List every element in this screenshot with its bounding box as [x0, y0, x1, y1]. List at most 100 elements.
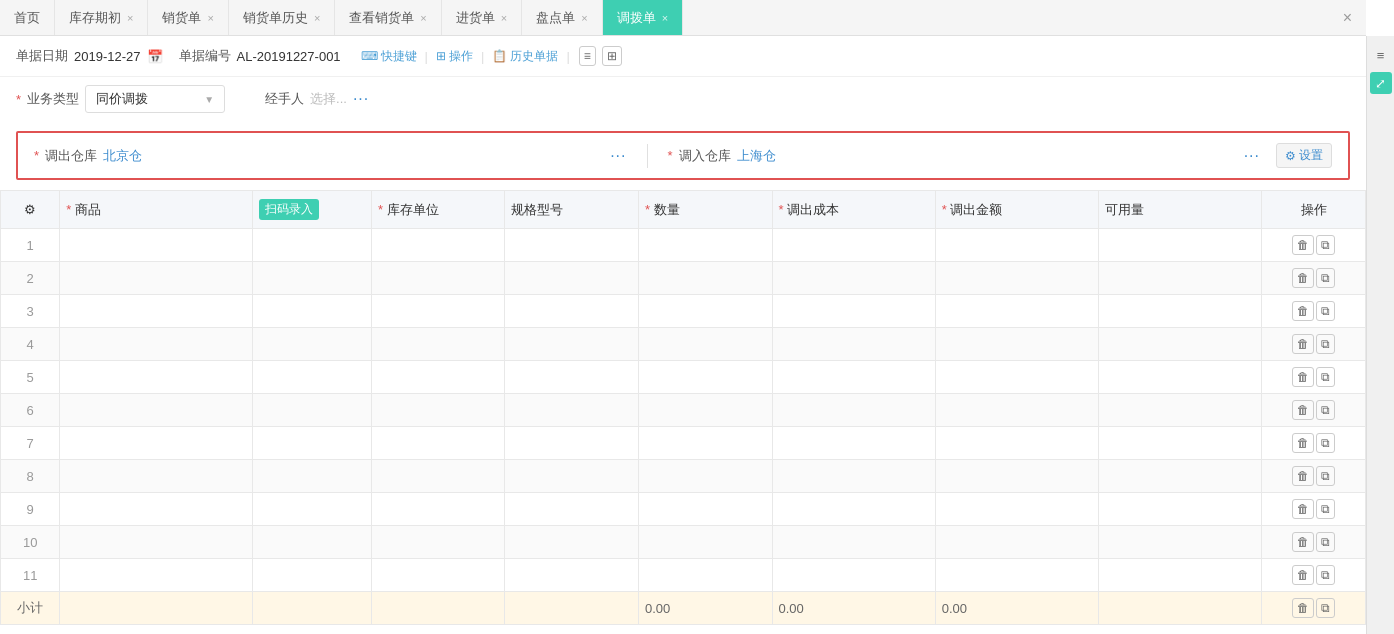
delete-btn-1[interactable]: 🗑 — [1292, 235, 1314, 255]
subtotal-copy-btn[interactable]: ⧉ — [1316, 598, 1335, 618]
transfer-in-more-btn[interactable]: ··· — [1244, 147, 1260, 165]
cell-unit-2[interactable] — [371, 262, 505, 295]
cell-cost-6[interactable] — [772, 394, 935, 427]
sidebar-list-icon[interactable]: ≡ — [1370, 44, 1392, 66]
cell-product-1[interactable] — [60, 229, 253, 262]
cell-spec-8[interactable] — [505, 460, 639, 493]
cell-qty-8[interactable] — [638, 460, 772, 493]
cell-cost-7[interactable] — [772, 427, 935, 460]
tab-home[interactable]: 首页 — [0, 0, 55, 35]
cell-product-10[interactable] — [60, 526, 253, 559]
cell-spec-2[interactable] — [505, 262, 639, 295]
cell-qty-10[interactable] — [638, 526, 772, 559]
cell-product-9[interactable] — [60, 493, 253, 526]
delete-btn-10[interactable]: 🗑 — [1292, 532, 1314, 552]
cell-qty-9[interactable] — [638, 493, 772, 526]
cell-unit-6[interactable] — [371, 394, 505, 427]
copy-btn-3[interactable]: ⧉ — [1316, 301, 1335, 321]
cell-unit-11[interactable] — [371, 559, 505, 592]
cell-product-7[interactable] — [60, 427, 253, 460]
cell-unit-4[interactable] — [371, 328, 505, 361]
cell-qty-6[interactable] — [638, 394, 772, 427]
cell-amount-3[interactable] — [935, 295, 1098, 328]
cell-spec-6[interactable] — [505, 394, 639, 427]
tab-purchase-order[interactable]: 进货单 × — [442, 0, 522, 35]
cell-cost-2[interactable] — [772, 262, 935, 295]
copy-btn-8[interactable]: ⧉ — [1316, 466, 1335, 486]
cell-spec-9[interactable] — [505, 493, 639, 526]
delete-btn-3[interactable]: 🗑 — [1292, 301, 1314, 321]
cell-qty-2[interactable] — [638, 262, 772, 295]
delete-btn-5[interactable]: 🗑 — [1292, 367, 1314, 387]
cell-unit-5[interactable] — [371, 361, 505, 394]
sidebar-expand-icon[interactable]: ⤢ — [1370, 72, 1392, 94]
tab-sales-history[interactable]: 销货单历史 × — [229, 0, 335, 35]
copy-btn-9[interactable]: ⧉ — [1316, 499, 1335, 519]
copy-btn-7[interactable]: ⧉ — [1316, 433, 1335, 453]
close-purchase-order[interactable]: × — [501, 12, 507, 24]
cell-qty-5[interactable] — [638, 361, 772, 394]
gear-col-icon[interactable]: ⚙ — [24, 202, 36, 217]
cell-qty-3[interactable] — [638, 295, 772, 328]
copy-btn-4[interactable]: ⧉ — [1316, 334, 1335, 354]
cell-spec-11[interactable] — [505, 559, 639, 592]
cell-spec-7[interactable] — [505, 427, 639, 460]
cell-product-2[interactable] — [60, 262, 253, 295]
cell-qty-7[interactable] — [638, 427, 772, 460]
cell-spec-10[interactable] — [505, 526, 639, 559]
copy-btn-10[interactable]: ⧉ — [1316, 532, 1335, 552]
cell-cost-3[interactable] — [772, 295, 935, 328]
cell-spec-3[interactable] — [505, 295, 639, 328]
delete-btn-11[interactable]: 🗑 — [1292, 565, 1314, 585]
cell-spec-5[interactable] — [505, 361, 639, 394]
list-view-btn[interactable]: ≡ — [579, 46, 596, 66]
cell-cost-11[interactable] — [772, 559, 935, 592]
cell-spec-1[interactable] — [505, 229, 639, 262]
cell-cost-1[interactable] — [772, 229, 935, 262]
cell-spec-4[interactable] — [505, 328, 639, 361]
operations-btn[interactable]: ⊞ 操作 — [436, 48, 473, 65]
history-btn[interactable]: 📋 历史单据 — [492, 48, 558, 65]
shortcuts-btn[interactable]: ⌨ 快捷键 — [361, 48, 417, 65]
grid-view-btn[interactable]: ⊞ — [602, 46, 622, 66]
copy-btn-6[interactable]: ⧉ — [1316, 400, 1335, 420]
cell-unit-1[interactable] — [371, 229, 505, 262]
tab-sales-order[interactable]: 销货单 × — [148, 0, 228, 35]
cell-unit-10[interactable] — [371, 526, 505, 559]
delete-btn-8[interactable]: 🗑 — [1292, 466, 1314, 486]
cell-unit-3[interactable] — [371, 295, 505, 328]
cell-unit-7[interactable] — [371, 427, 505, 460]
window-close-btn[interactable]: × — [1329, 9, 1366, 27]
close-inventory-check[interactable]: × — [581, 12, 587, 24]
person-more-btn[interactable]: ··· — [353, 90, 369, 108]
cell-product-5[interactable] — [60, 361, 253, 394]
cell-qty-11[interactable] — [638, 559, 772, 592]
cell-product-3[interactable] — [60, 295, 253, 328]
tab-inventory-check[interactable]: 盘点单 × — [522, 0, 602, 35]
close-transfer-order[interactable]: × — [662, 12, 668, 24]
tab-inventory-init[interactable]: 库存期初 × — [55, 0, 148, 35]
cell-amount-9[interactable] — [935, 493, 1098, 526]
cell-qty-4[interactable] — [638, 328, 772, 361]
cell-amount-6[interactable] — [935, 394, 1098, 427]
delete-btn-4[interactable]: 🗑 — [1292, 334, 1314, 354]
cell-cost-4[interactable] — [772, 328, 935, 361]
settings-button[interactable]: ⚙ 设置 — [1276, 143, 1332, 168]
close-sales-order[interactable]: × — [207, 12, 213, 24]
close-view-sales[interactable]: × — [420, 12, 426, 24]
scan-barcode-btn[interactable]: 扫码录入 — [259, 199, 319, 220]
transfer-out-more-btn[interactable]: ··· — [610, 147, 626, 165]
copy-btn-5[interactable]: ⧉ — [1316, 367, 1335, 387]
close-inventory-init[interactable]: × — [127, 12, 133, 24]
cell-unit-9[interactable] — [371, 493, 505, 526]
tab-view-sales[interactable]: 查看销货单 × — [335, 0, 441, 35]
cell-product-6[interactable] — [60, 394, 253, 427]
cell-amount-2[interactable] — [935, 262, 1098, 295]
cell-amount-10[interactable] — [935, 526, 1098, 559]
cell-product-11[interactable] — [60, 559, 253, 592]
cell-product-4[interactable] — [60, 328, 253, 361]
cell-amount-5[interactable] — [935, 361, 1098, 394]
copy-btn-1[interactable]: ⧉ — [1316, 235, 1335, 255]
delete-btn-2[interactable]: 🗑 — [1292, 268, 1314, 288]
delete-btn-7[interactable]: 🗑 — [1292, 433, 1314, 453]
